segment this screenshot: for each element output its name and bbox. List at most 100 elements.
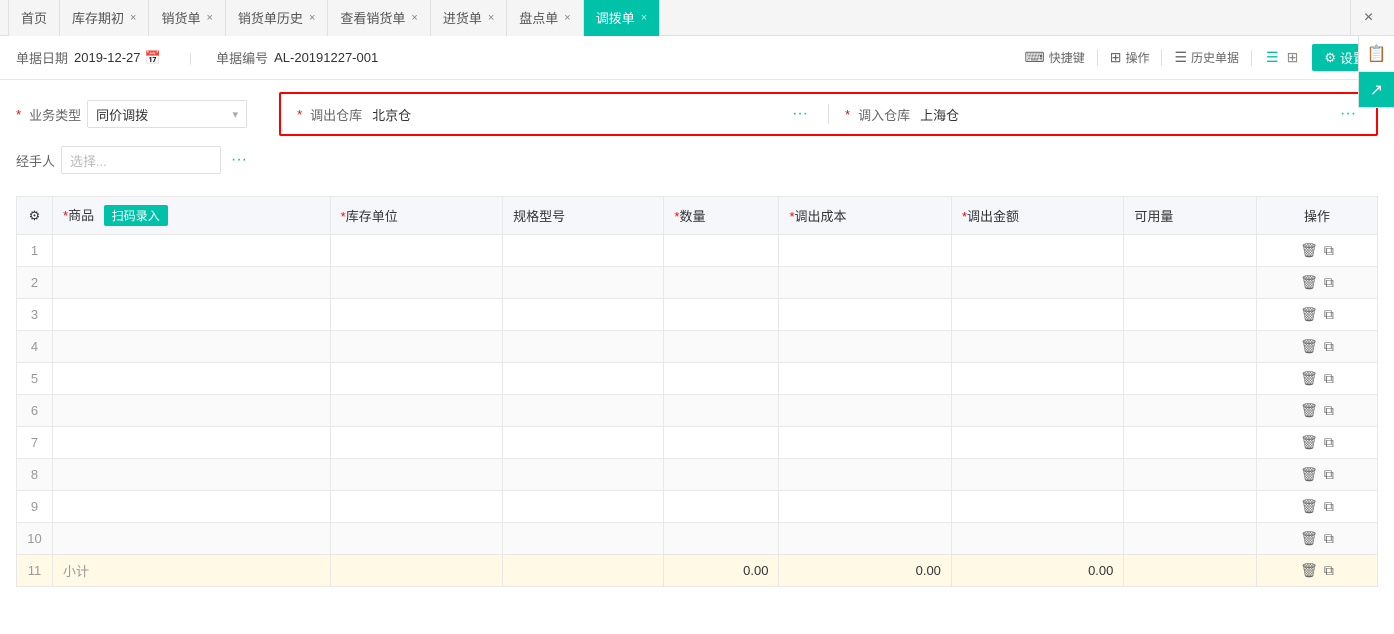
tab-close-inventory-init[interactable]: × — [130, 12, 136, 24]
row-quantity-3[interactable] — [664, 299, 779, 331]
row-amount-1[interactable] — [951, 235, 1123, 267]
row-quantity-8[interactable] — [664, 459, 779, 491]
row-amount-10[interactable] — [951, 523, 1123, 555]
row-product-6[interactable] — [53, 395, 331, 427]
tab-view-sales[interactable]: 查看销货单 × — [328, 0, 430, 36]
warehouse-out-more-btn[interactable]: ··· — [788, 105, 812, 123]
tab-close-view-sales[interactable]: × — [411, 12, 417, 24]
row-delete-icon-9[interactable]: 🗑 — [1300, 498, 1318, 515]
sidebar-note-icon[interactable]: 📋 — [1359, 36, 1394, 72]
row-quantity-7[interactable] — [664, 427, 779, 459]
row-cost-1[interactable] — [779, 235, 951, 267]
row-amount-8[interactable] — [951, 459, 1123, 491]
business-type-input[interactable]: 同价调拨 ▾ — [87, 100, 247, 128]
tab-sales-order[interactable]: 销货单 × — [149, 0, 225, 36]
row-delete-icon-5[interactable]: 🗑 — [1300, 370, 1318, 387]
row-product-9[interactable] — [53, 491, 331, 523]
row-product-1[interactable] — [53, 235, 331, 267]
row-spec-8[interactable] — [503, 459, 664, 491]
row-copy-icon-10[interactable]: ⧉ — [1324, 530, 1334, 547]
row-amount-4[interactable] — [951, 331, 1123, 363]
row-spec-4[interactable] — [503, 331, 664, 363]
row-delete-icon-6[interactable]: 🗑 — [1300, 402, 1318, 419]
row-unit-5[interactable] — [330, 363, 502, 395]
tab-close-sales-order[interactable]: × — [206, 12, 212, 24]
row-delete-icon-7[interactable]: 🗑 — [1300, 434, 1318, 451]
row-copy-icon-6[interactable]: ⧉ — [1324, 402, 1334, 419]
row-cost-8[interactable] — [779, 459, 951, 491]
row-copy-icon-2[interactable]: ⧉ — [1324, 274, 1334, 291]
row-spec-10[interactable] — [503, 523, 664, 555]
row-spec-7[interactable] — [503, 427, 664, 459]
tab-sales-history[interactable]: 销货单历史 × — [226, 0, 328, 36]
row-amount-5[interactable] — [951, 363, 1123, 395]
row-unit-6[interactable] — [330, 395, 502, 427]
row-quantity-6[interactable] — [664, 395, 779, 427]
tab-inventory-init[interactable]: 库存期初 × — [60, 0, 149, 36]
row-product-7[interactable] — [53, 427, 331, 459]
row-copy-icon-4[interactable]: ⧉ — [1324, 338, 1334, 355]
row-spec-6[interactable] — [503, 395, 664, 427]
row-amount-2[interactable] — [951, 267, 1123, 299]
row-delete-icon-4[interactable]: 🗑 — [1300, 338, 1318, 355]
row-product-4[interactable] — [53, 331, 331, 363]
row-amount-9[interactable] — [951, 491, 1123, 523]
row-quantity-10[interactable] — [664, 523, 779, 555]
tab-close-inventory-check[interactable]: × — [564, 12, 570, 24]
row-unit-8[interactable] — [330, 459, 502, 491]
tab-close-sales-history[interactable]: × — [309, 12, 315, 24]
row-delete-icon-1[interactable]: 🗑 — [1300, 242, 1318, 259]
row-copy-icon-8[interactable]: ⧉ — [1324, 466, 1334, 483]
row-spec-3[interactable] — [503, 299, 664, 331]
scan-entry-button[interactable]: 扫码录入 — [104, 205, 168, 226]
tab-inventory-check[interactable]: 盘点单 × — [507, 0, 583, 36]
row-unit-9[interactable] — [330, 491, 502, 523]
warehouse-in-more-btn[interactable]: ··· — [1336, 105, 1360, 123]
warehouse-in-value[interactable]: 上海仓 — [920, 105, 959, 124]
layout-list-icon[interactable]: ☰ — [1264, 47, 1281, 68]
row-cost-5[interactable] — [779, 363, 951, 395]
row-copy-icon[interactable]: ⧉ — [1324, 562, 1334, 579]
handler-more-btn[interactable]: ··· — [227, 151, 251, 169]
row-product-5[interactable] — [53, 363, 331, 395]
row-unit-2[interactable] — [330, 267, 502, 299]
row-amount-7[interactable] — [951, 427, 1123, 459]
row-cost-7[interactable] — [779, 427, 951, 459]
row-quantity-4[interactable] — [664, 331, 779, 363]
tab-transfer-order[interactable]: 调拨单 × — [584, 0, 660, 36]
row-quantity-5[interactable] — [664, 363, 779, 395]
row-unit-7[interactable] — [330, 427, 502, 459]
tab-close-purchase-order[interactable]: × — [488, 12, 494, 24]
tab-purchase-order[interactable]: 进货单 × — [431, 0, 507, 36]
row-cost-6[interactable] — [779, 395, 951, 427]
history-btn[interactable]: ☰ 历史单据 — [1174, 49, 1239, 66]
row-copy-icon-7[interactable]: ⧉ — [1324, 434, 1334, 451]
operation-btn[interactable]: ⊞ 操作 — [1110, 49, 1150, 66]
row-spec-2[interactable] — [503, 267, 664, 299]
row-product-8[interactable] — [53, 459, 331, 491]
row-cost-9[interactable] — [779, 491, 951, 523]
row-amount-6[interactable] — [951, 395, 1123, 427]
row-delete-icon[interactable]: 🗑 — [1300, 562, 1318, 579]
row-spec-9[interactable] — [503, 491, 664, 523]
layout-grid-icon[interactable]: ⊞ — [1285, 47, 1301, 68]
row-cost-3[interactable] — [779, 299, 951, 331]
warehouse-out-value[interactable]: 北京仓 — [372, 105, 411, 124]
row-delete-icon-8[interactable]: 🗑 — [1300, 466, 1318, 483]
row-quantity-2[interactable] — [664, 267, 779, 299]
window-close-button[interactable]: × — [1350, 0, 1386, 36]
handler-input[interactable]: 选择... — [61, 146, 221, 174]
row-delete-icon-2[interactable]: 🗑 — [1300, 274, 1318, 291]
tab-home[interactable]: 首页 — [8, 0, 60, 36]
date-picker-icon[interactable]: 📅 — [145, 50, 161, 66]
row-cost-10[interactable] — [779, 523, 951, 555]
row-product-10[interactable] — [53, 523, 331, 555]
row-cost-2[interactable] — [779, 267, 951, 299]
row-product-2[interactable] — [53, 267, 331, 299]
row-unit-3[interactable] — [330, 299, 502, 331]
col-gear[interactable]: ⚙ — [17, 197, 53, 235]
row-copy-icon-5[interactable]: ⧉ — [1324, 370, 1334, 387]
row-unit-1[interactable] — [330, 235, 502, 267]
row-unit-10[interactable] — [330, 523, 502, 555]
row-product-3[interactable] — [53, 299, 331, 331]
